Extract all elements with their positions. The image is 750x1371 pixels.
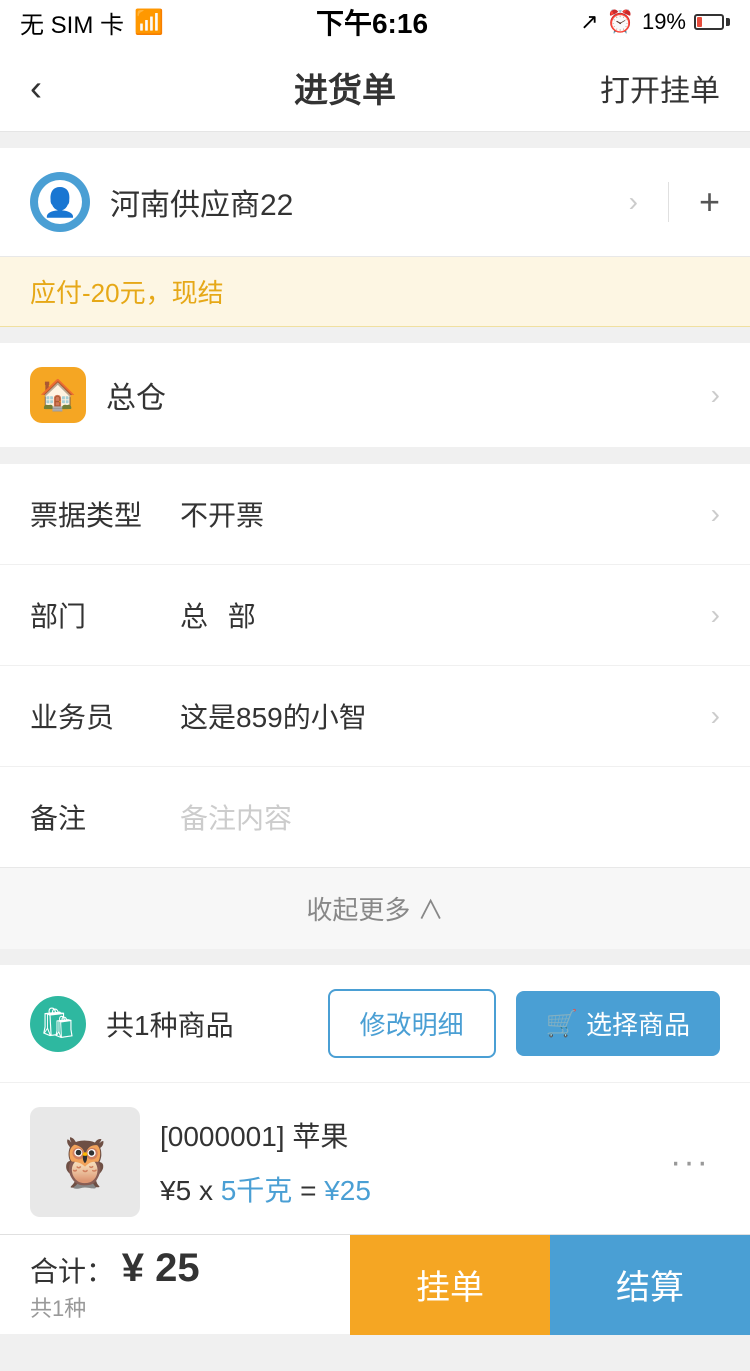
notice-banner: 应付-20元，现结 [0, 257, 750, 327]
product-thumbnail: 🦉 [30, 1107, 140, 1217]
warehouse-icon: 🏠 [39, 378, 76, 413]
total-section: 合计： ¥ 25 共1种 [0, 1246, 350, 1323]
collapse-button[interactable]: 收起更多 ∧ [0, 867, 750, 949]
total-row: 合计： ¥ 25 [30, 1246, 320, 1291]
page-title: 进货单 [294, 63, 396, 112]
divider-1 [0, 132, 750, 148]
form-section: 票据类型 不开票 › 部门 总 部 › 业务员 这是859的小智 › 备注 备注… [0, 463, 750, 867]
back-button[interactable]: ‹ [30, 67, 90, 109]
supplier-section: 👤 河南供应商22 › + 应付-20元，现结 [0, 148, 750, 327]
department-chevron-icon: › [711, 599, 720, 631]
supplier-name: 河南供应商22 [110, 180, 629, 224]
total-count: 共1种 [30, 1291, 320, 1323]
nav-bar: ‹ 进货单 打开挂单 [0, 44, 750, 132]
supplier-avatar: 👤 [30, 172, 90, 232]
product-thumb-icon: 🦉 [55, 1134, 115, 1191]
invoice-value: 不开票 [170, 494, 711, 534]
select-goods-label: 选择商品 [586, 1005, 690, 1042]
invoice-row[interactable]: 票据类型 不开票 › [0, 463, 750, 564]
department-label: 部门 [30, 595, 170, 635]
bottom-bar: 合计： ¥ 25 共1种 挂单 结算 [0, 1234, 750, 1334]
product-item: 🦉 [0000001] 苹果 ¥5 x 5千克 = ¥25 ··· [0, 1082, 750, 1241]
product-info: [0000001] 苹果 ¥5 x 5千克 = ¥25 [160, 1115, 640, 1209]
remark-row[interactable]: 备注 备注内容 [0, 766, 750, 867]
carrier-label: 无 SIM 卡 [20, 5, 124, 40]
warehouse-section: 🏠 总仓 › [0, 343, 750, 447]
product-total: ¥25 [324, 1175, 371, 1206]
battery-indicator [694, 14, 730, 30]
edit-details-button[interactable]: 修改明细 [328, 989, 496, 1058]
total-amount: ¥ 25 [122, 1246, 200, 1290]
salesperson-label: 业务员 [30, 696, 170, 736]
status-time: 下午6:16 [316, 2, 428, 42]
chevron-right-icon: › [629, 186, 638, 218]
confirm-button[interactable]: 结算 [550, 1235, 750, 1335]
add-icon[interactable]: + [699, 181, 720, 223]
warehouse-icon-wrap: 🏠 [30, 367, 86, 423]
department-row[interactable]: 部门 总 部 › [0, 564, 750, 665]
total-label: 合计： [30, 1256, 114, 1287]
goods-bag-icon: 🛍 [39, 1006, 77, 1041]
salesperson-value: 这是859的小智 [170, 696, 711, 736]
goods-icon-wrap: 🛍 [30, 996, 86, 1052]
product-code: [0000001] [160, 1121, 285, 1152]
price-separator: x [199, 1175, 221, 1206]
remark-label: 备注 [30, 797, 170, 837]
status-right: ↗ ⏰ 19% [580, 9, 730, 35]
open-pending-button[interactable]: 打开挂单 [600, 66, 720, 110]
pending-button[interactable]: 挂单 [350, 1235, 550, 1335]
select-goods-button[interactable]: 🛒 选择商品 [516, 991, 720, 1056]
divider-3 [0, 447, 750, 463]
supplier-actions: › + [629, 181, 720, 223]
salesperson-chevron-icon: › [711, 700, 720, 732]
equals-sign: = [300, 1175, 324, 1206]
cart-icon: 🛒 [546, 1008, 578, 1039]
warehouse-row[interactable]: 🏠 总仓 › [0, 343, 750, 447]
alarm-icon: ⏰ [607, 9, 634, 35]
divider-2 [0, 327, 750, 343]
warehouse-chevron-icon: › [711, 379, 720, 411]
goods-header: 🛍 共1种商品 修改明细 🛒 选择商品 [0, 949, 750, 1082]
status-left: 无 SIM 卡 📶 [20, 5, 164, 40]
person-icon: 👤 [43, 186, 78, 219]
product-price: ¥5 x 5千克 = ¥25 [160, 1169, 640, 1209]
goods-count-label: 共1种商品 [106, 1004, 308, 1044]
product-title: 苹果 [292, 1121, 348, 1152]
department-value: 总 部 [170, 595, 711, 635]
supplier-row[interactable]: 👤 河南供应商22 › + [0, 148, 750, 257]
location-icon: ↗ [580, 9, 598, 35]
more-options-button[interactable]: ··· [660, 1133, 720, 1192]
remark-placeholder[interactable]: 备注内容 [170, 797, 720, 837]
quantity: 5千克 [221, 1175, 293, 1206]
wifi-icon: 📶 [134, 8, 164, 37]
invoice-chevron-icon: › [711, 498, 720, 530]
invoice-label: 票据类型 [30, 494, 170, 534]
product-name: [0000001] 苹果 [160, 1115, 640, 1155]
status-bar: 无 SIM 卡 📶 下午6:16 ↗ ⏰ 19% [0, 0, 750, 44]
vertical-divider [668, 182, 669, 222]
warehouse-name: 总仓 [106, 373, 711, 417]
unit-price: ¥5 [160, 1175, 191, 1206]
salesperson-row[interactable]: 业务员 这是859的小智 › [0, 665, 750, 766]
battery-percent: 19% [642, 9, 686, 35]
